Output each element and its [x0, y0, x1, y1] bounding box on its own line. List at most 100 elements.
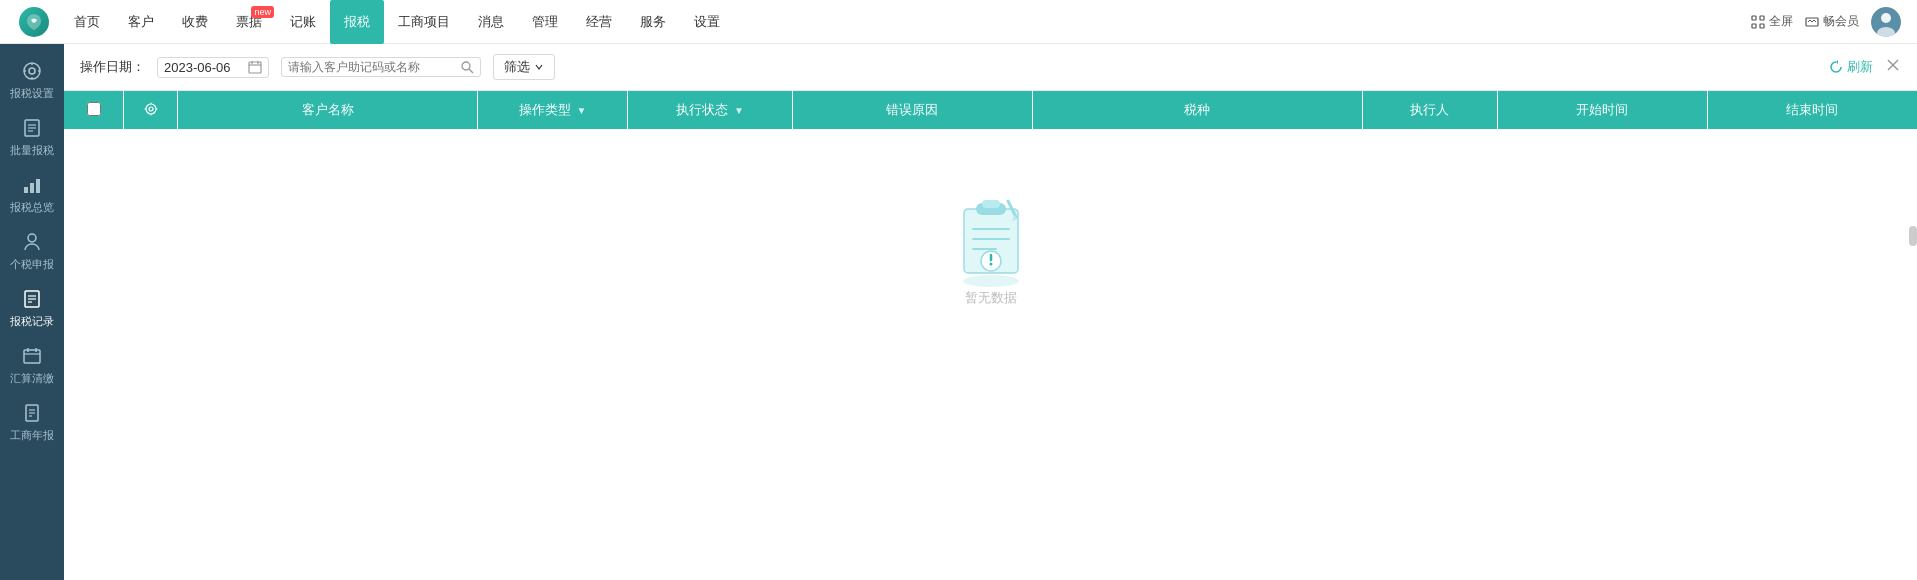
column-tax-type: 税种	[1032, 91, 1362, 129]
column-checkbox	[64, 91, 124, 129]
svg-point-42	[146, 104, 156, 114]
chevron-down-icon	[534, 62, 544, 72]
calendar-icon	[248, 60, 262, 74]
nav-settings[interactable]: 设置	[680, 0, 734, 44]
sidebar-label-tax-record: 报税记录	[10, 314, 54, 329]
data-table-wrap: 客户名称 操作类型 ▼ 执行状态 ▼ 错误原因	[64, 91, 1917, 580]
sort-icon-optype: ▼	[577, 105, 587, 116]
nav-billing[interactable]: 收费	[168, 0, 222, 44]
search-input[interactable]	[288, 60, 456, 74]
data-table: 客户名称 操作类型 ▼ 执行状态 ▼ 错误原因	[64, 91, 1917, 367]
nav-bookkeeping[interactable]: 记账	[276, 0, 330, 44]
nav-operation[interactable]: 经营	[572, 0, 626, 44]
toolbar-right: 刷新	[1829, 57, 1901, 77]
nav-tax[interactable]: 报税	[330, 0, 384, 44]
top-navigation: 首页 客户 收费 票据 new 记账 报税 工商项目 消息 管理 经营 服务 设…	[0, 0, 1917, 44]
nav-manage[interactable]: 管理	[518, 0, 572, 44]
tax-overview-icon	[21, 174, 43, 196]
vip-button[interactable]: 畅会员	[1805, 13, 1859, 30]
new-badge: new	[251, 6, 274, 19]
tax-record-icon	[21, 288, 43, 310]
nav-menu: 首页 客户 收费 票据 new 记账 报税 工商项目 消息 管理 经营 服务 设…	[60, 0, 1751, 44]
search-icon	[460, 60, 474, 74]
svg-rect-19	[30, 183, 34, 193]
sort-icon-status: ▼	[734, 105, 744, 116]
column-exec-status[interactable]: 执行状态 ▼	[628, 91, 793, 129]
search-box[interactable]	[281, 57, 481, 77]
svg-line-39	[469, 69, 473, 73]
column-executor: 执行人	[1362, 91, 1497, 129]
sidebar-item-annual-settlement[interactable]: 汇算清缴	[0, 337, 64, 394]
svg-point-9	[29, 68, 35, 74]
sidebar-item-tax-settings[interactable]: 报税设置	[0, 52, 64, 109]
nav-business[interactable]: 工商项目	[384, 0, 464, 44]
svg-point-43	[149, 107, 153, 111]
nav-message[interactable]: 消息	[464, 0, 518, 44]
sidebar-label-annual-settlement: 汇算清缴	[10, 371, 54, 386]
refresh-icon	[1829, 60, 1843, 74]
column-op-type[interactable]: 操作类型 ▼	[478, 91, 628, 129]
sidebar-item-personal-tax[interactable]: 个税申报	[0, 223, 64, 280]
filter-button[interactable]: 筛选	[493, 54, 555, 80]
close-icon	[1885, 57, 1901, 73]
svg-point-8	[24, 63, 40, 79]
column-error-reason: 错误原因	[793, 91, 1033, 129]
nav-invoice[interactable]: 票据 new	[222, 0, 276, 44]
column-settings[interactable]	[124, 91, 178, 129]
personal-tax-icon	[21, 231, 43, 253]
sidebar-label-annual-report: 工商年报	[10, 428, 54, 443]
nav-right-area: 全屏 畅会员	[1751, 7, 1901, 37]
scrollbar[interactable]	[1909, 226, 1917, 246]
svg-rect-0	[1752, 16, 1756, 20]
annual-settlement-icon	[21, 345, 43, 367]
tax-settings-icon	[21, 60, 43, 82]
svg-rect-34	[249, 62, 261, 73]
svg-rect-2	[1752, 24, 1756, 28]
sidebar-item-annual-report[interactable]: 工商年报	[0, 394, 64, 451]
svg-rect-3	[1760, 24, 1764, 28]
nav-client[interactable]: 客户	[114, 0, 168, 44]
nav-service[interactable]: 服务	[626, 0, 680, 44]
date-input[interactable]	[164, 60, 244, 75]
empty-row: 暂无数据	[64, 129, 1917, 367]
table-body: 暂无数据	[64, 129, 1917, 367]
svg-rect-51	[982, 200, 1000, 208]
user-avatar[interactable]	[1871, 7, 1901, 37]
svg-point-48	[963, 275, 1019, 287]
sidebar: 报税设置 批量报税 报税总览	[0, 44, 64, 580]
sidebar-item-tax-record[interactable]: 报税记录	[0, 280, 64, 337]
date-label: 操作日期：	[80, 58, 145, 76]
close-button[interactable]	[1885, 57, 1901, 77]
sidebar-label-personal-tax: 个税申报	[10, 257, 54, 272]
nav-home[interactable]: 首页	[60, 0, 114, 44]
main-layout: 报税设置 批量报税 报税总览	[0, 44, 1917, 580]
svg-rect-18	[24, 187, 28, 193]
empty-state: 暂无数据	[64, 129, 1917, 367]
date-picker[interactable]	[157, 57, 269, 78]
sidebar-item-batch-tax[interactable]: 批量报税	[0, 109, 64, 166]
svg-rect-26	[24, 350, 40, 363]
fullscreen-button[interactable]: 全屏	[1751, 13, 1793, 30]
app-logo[interactable]	[16, 4, 52, 40]
logo-icon	[19, 7, 49, 37]
fullscreen-icon	[1751, 15, 1765, 29]
column-client-name: 客户名称	[178, 91, 478, 129]
refresh-button[interactable]: 刷新	[1829, 58, 1873, 76]
svg-rect-1	[1760, 16, 1764, 20]
table-header-row: 客户名称 操作类型 ▼ 执行状态 ▼ 错误原因	[64, 91, 1917, 129]
avatar-icon	[1871, 7, 1901, 37]
empty-illustration	[946, 189, 1036, 289]
toolbar: 操作日期： 筛选	[64, 44, 1917, 91]
svg-point-21	[28, 234, 36, 242]
settings-icon	[144, 102, 158, 116]
sidebar-item-tax-overview[interactable]: 报税总览	[0, 166, 64, 223]
svg-point-57	[989, 263, 992, 266]
column-start-time: 开始时间	[1497, 91, 1707, 129]
select-all-checkbox[interactable]	[87, 102, 101, 116]
sidebar-label-tax-settings: 报税设置	[10, 86, 54, 101]
svg-point-38	[462, 62, 470, 70]
content-area: 操作日期： 筛选	[64, 44, 1917, 580]
column-end-time: 结束时间	[1707, 91, 1917, 129]
empty-text: 暂无数据	[965, 289, 1017, 307]
svg-rect-20	[36, 179, 40, 193]
